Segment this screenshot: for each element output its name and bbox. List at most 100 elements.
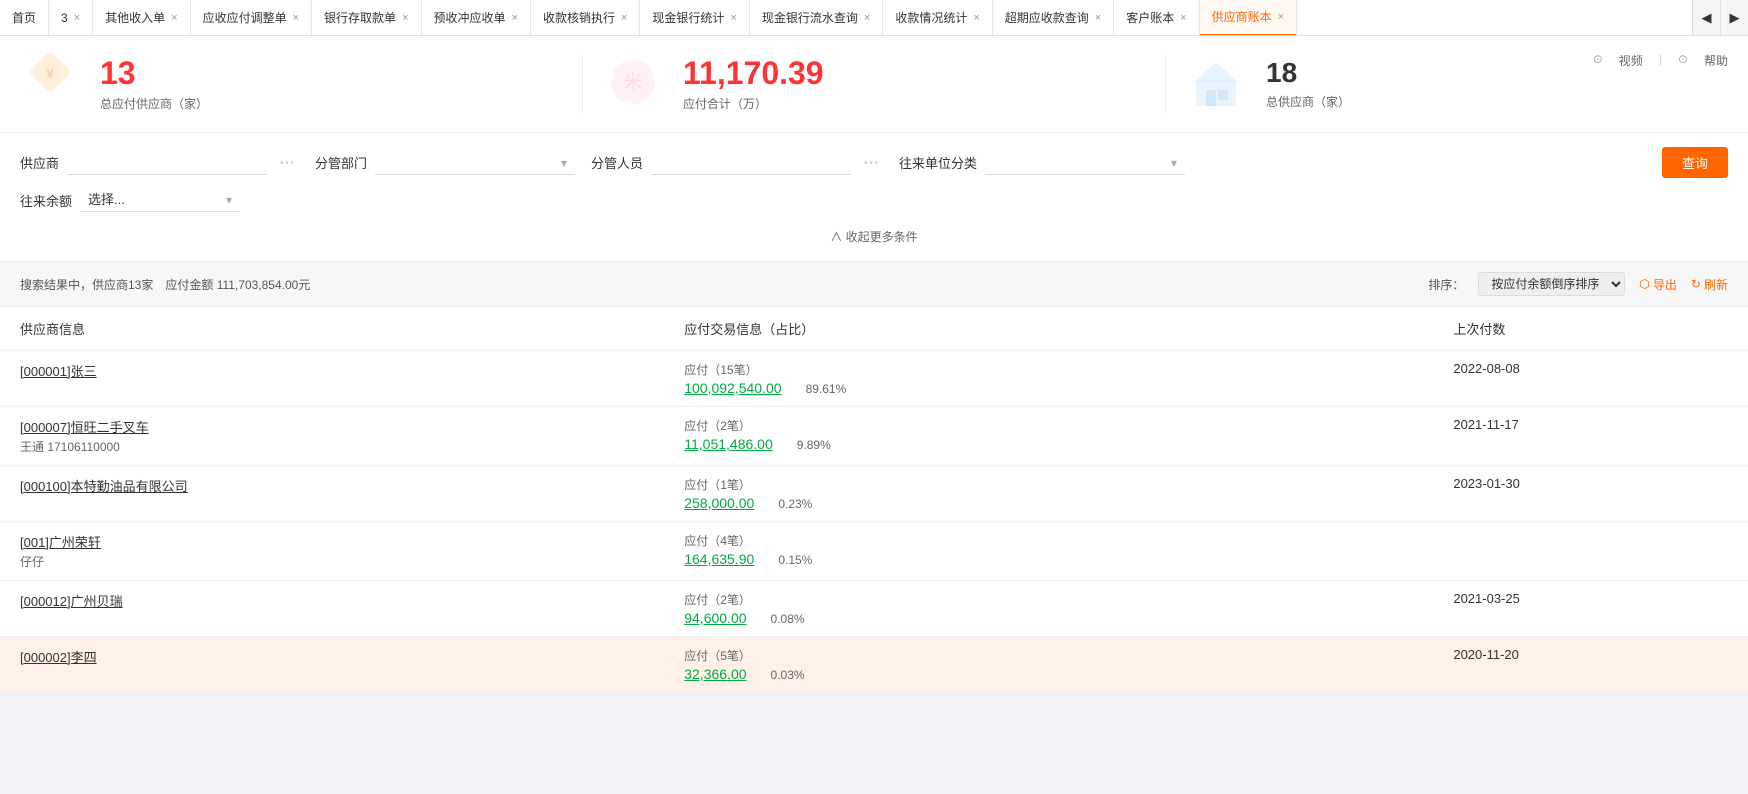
nav-tab-3-label: 3 <box>61 11 68 25</box>
sort-label: 排序： <box>1428 276 1464 293</box>
last-pay-cell-4: 2021-03-25 <box>1433 581 1748 637</box>
stats-bar: ¥ 13 总应付供应商（家） 米 11,170.39 应付合计（万） <box>0 36 1748 133</box>
person-input[interactable] <box>651 151 851 175</box>
supplier-sub: 王通 17106110000 <box>20 438 644 455</box>
supplier-label: 供应商 <box>20 153 59 172</box>
refresh-button[interactable]: ↻ 刷新 <box>1691 276 1728 293</box>
nav-tab-overdue-ar[interactable]: 超期应收款查询 × <box>993 0 1114 36</box>
person-ellipsis-button[interactable]: ··· <box>859 154 883 172</box>
nav-tab-cash-flow[interactable]: 现金银行流水查询 × <box>750 0 883 36</box>
close-icon[interactable]: × <box>512 12 518 24</box>
close-icon[interactable]: × <box>402 12 408 24</box>
last-pay-date: 2022-08-08 <box>1453 361 1520 376</box>
nav-tab-cash-bank-stat[interactable]: 现金银行统计 × <box>640 0 749 36</box>
category-select[interactable] <box>985 151 1185 175</box>
top-navigation: 首页 3 × 其他收入单 × 应收应付调整单 × 银行存取款单 × 预收冲应收单… <box>0 0 1748 36</box>
tx-amount[interactable]: 258,000.00 <box>684 495 754 511</box>
table-body: [000001]张三 应付（15笔） 100,092,540.00 89.61%… <box>0 351 1748 693</box>
supplier-link[interactable]: [001]广州荣轩 <box>20 535 101 550</box>
tx-info-cell-3: 应付（4笔） 164,635.90 0.15% <box>664 522 1433 581</box>
supplier-link[interactable]: [000012]广州贝瑞 <box>20 594 123 609</box>
supplier-input[interactable] <box>67 151 267 175</box>
nav-next-button[interactable]: ▶ <box>1720 0 1748 36</box>
tx-row: 100,092,540.00 89.61% <box>684 378 1413 396</box>
nav-tab-bank-deposit[interactable]: 银行存取款单 × <box>312 0 421 36</box>
supplier-info-cell-3: [001]广州荣轩仔仔 <box>0 522 664 581</box>
supplier-link[interactable]: [000007]恒旺二手叉车 <box>20 420 149 435</box>
supplier-link[interactable]: [000002]李四 <box>20 650 97 665</box>
nav-tab-customer-book[interactable]: 客户账本 × <box>1114 0 1199 36</box>
tx-label: 应付（2笔） <box>684 417 1413 434</box>
nav-tab-other-income[interactable]: 其他收入单 × <box>93 0 190 36</box>
close-icon[interactable]: × <box>1278 11 1284 23</box>
supplier-info-cell-0: [000001]张三 <box>0 351 664 407</box>
tx-info-cell-0: 应付（15笔） 100,092,540.00 89.61% <box>664 351 1433 407</box>
supplier-link[interactable]: [000001]张三 <box>20 364 97 379</box>
tx-amount[interactable]: 94,600.00 <box>684 610 746 626</box>
nav-tab-customer-book-label: 客户账本 <box>1126 9 1174 26</box>
nav-tab-receipt-verify[interactable]: 收款核销执行 × <box>531 0 640 36</box>
dept-select[interactable] <box>375 151 575 175</box>
supplier-table: 供应商信息 应付交易信息（占比） 上次付数 [000001]张三 应付（15笔）… <box>0 307 1748 693</box>
dept-select-wrap <box>375 151 575 175</box>
table-row: [000100]本特勤油品有限公司 应付（1笔） 258,000.00 0.23… <box>0 466 1748 522</box>
tx-percent: 89.61% <box>806 382 847 396</box>
collapse-bar[interactable]: ∧ 收起更多条件 <box>20 222 1728 251</box>
last-pay-cell-2: 2023-01-30 <box>1433 466 1748 522</box>
tx-label: 应付（5笔） <box>684 647 1413 664</box>
filter-person: 分管人员 ··· <box>591 151 883 175</box>
balance-select[interactable]: 选择... <box>80 188 240 212</box>
supplier-link[interactable]: [000100]本特勤油品有限公司 <box>20 479 188 494</box>
close-icon[interactable]: × <box>1180 12 1186 24</box>
diamond-icon: ¥ <box>20 52 84 116</box>
stat-payable-suppliers-info: 13 总应付供应商（家） <box>100 56 208 112</box>
tx-amount[interactable]: 100,092,540.00 <box>684 380 781 396</box>
col-last-pay: 上次付数 <box>1433 307 1748 351</box>
nav-tab-pre-collect[interactable]: 预收冲应收单 × <box>422 0 531 36</box>
close-icon[interactable]: × <box>171 12 177 24</box>
stat-divider-1 <box>582 54 583 114</box>
tx-amount[interactable]: 164,635.90 <box>684 551 754 567</box>
tx-percent: 0.03% <box>771 668 805 682</box>
close-icon[interactable]: × <box>973 12 979 24</box>
store-icon <box>1186 52 1250 116</box>
sort-select[interactable]: 按应付余额倒序排序 <box>1478 272 1625 296</box>
table-row: [000007]恒旺二手叉车王通 17106110000 应付（2笔） 11,0… <box>0 407 1748 466</box>
supplier-info-cell-5: [000002]李四 <box>0 637 664 693</box>
supplier-ellipsis-button[interactable]: ··· <box>275 154 299 172</box>
table-row: [001]广州荣轩仔仔 应付（4笔） 164,635.90 0.15% <box>0 522 1748 581</box>
nav-tab-overdue-ar-label: 超期应收款查询 <box>1005 9 1089 26</box>
supplier-info-cell-2: [000100]本特勤油品有限公司 <box>0 466 664 522</box>
close-icon[interactable]: × <box>1095 12 1101 24</box>
close-icon[interactable]: × <box>621 12 627 24</box>
tx-info-cell-4: 应付（2笔） 94,600.00 0.08% <box>664 581 1433 637</box>
nav-tab-3[interactable]: 3 × <box>49 0 93 36</box>
close-icon[interactable]: × <box>74 12 80 24</box>
stat-total-suppliers-label: 总供应商（家） <box>1266 93 1350 110</box>
tx-row: 11,051,486.00 9.89% <box>684 434 1413 452</box>
help-link[interactable]: 帮助 <box>1704 52 1728 69</box>
nav-tab-receipt-stat[interactable]: 收款情况统计 × <box>883 0 992 36</box>
svg-text:¥: ¥ <box>46 65 54 81</box>
video-icon: ⊙ <box>1593 52 1603 69</box>
tx-label: 应付（1笔） <box>684 476 1413 493</box>
close-icon[interactable]: × <box>293 12 299 24</box>
nav-tab-ar-ap-adjust[interactable]: 应收应付调整单 × <box>191 0 312 36</box>
nav-tab-home[interactable]: 首页 <box>0 0 49 36</box>
close-icon[interactable]: × <box>864 12 870 24</box>
nav-prev-button[interactable]: ◀ <box>1692 0 1720 36</box>
balance-select-wrap: 选择... <box>80 188 240 212</box>
video-link[interactable]: 视频 <box>1619 52 1643 69</box>
export-button[interactable]: ⬡ 导出 <box>1639 276 1677 293</box>
table-header: 供应商信息 应付交易信息（占比） 上次付数 <box>0 307 1748 351</box>
nav-tab-receipt-stat-label: 收款情况统计 <box>895 9 967 26</box>
filter-dept: 分管部门 <box>315 151 575 175</box>
table-row: [000001]张三 应付（15笔） 100,092,540.00 89.61%… <box>0 351 1748 407</box>
tx-percent: 0.08% <box>771 612 805 626</box>
tx-amount[interactable]: 11,051,486.00 <box>684 436 773 452</box>
nav-tab-bank-deposit-label: 银行存取款单 <box>324 9 396 26</box>
query-button[interactable]: 查询 <box>1662 147 1728 178</box>
nav-tab-supplier-book[interactable]: 供应商账本 × <box>1200 0 1297 36</box>
close-icon[interactable]: × <box>730 12 736 24</box>
tx-amount[interactable]: 32,366.00 <box>684 666 746 682</box>
